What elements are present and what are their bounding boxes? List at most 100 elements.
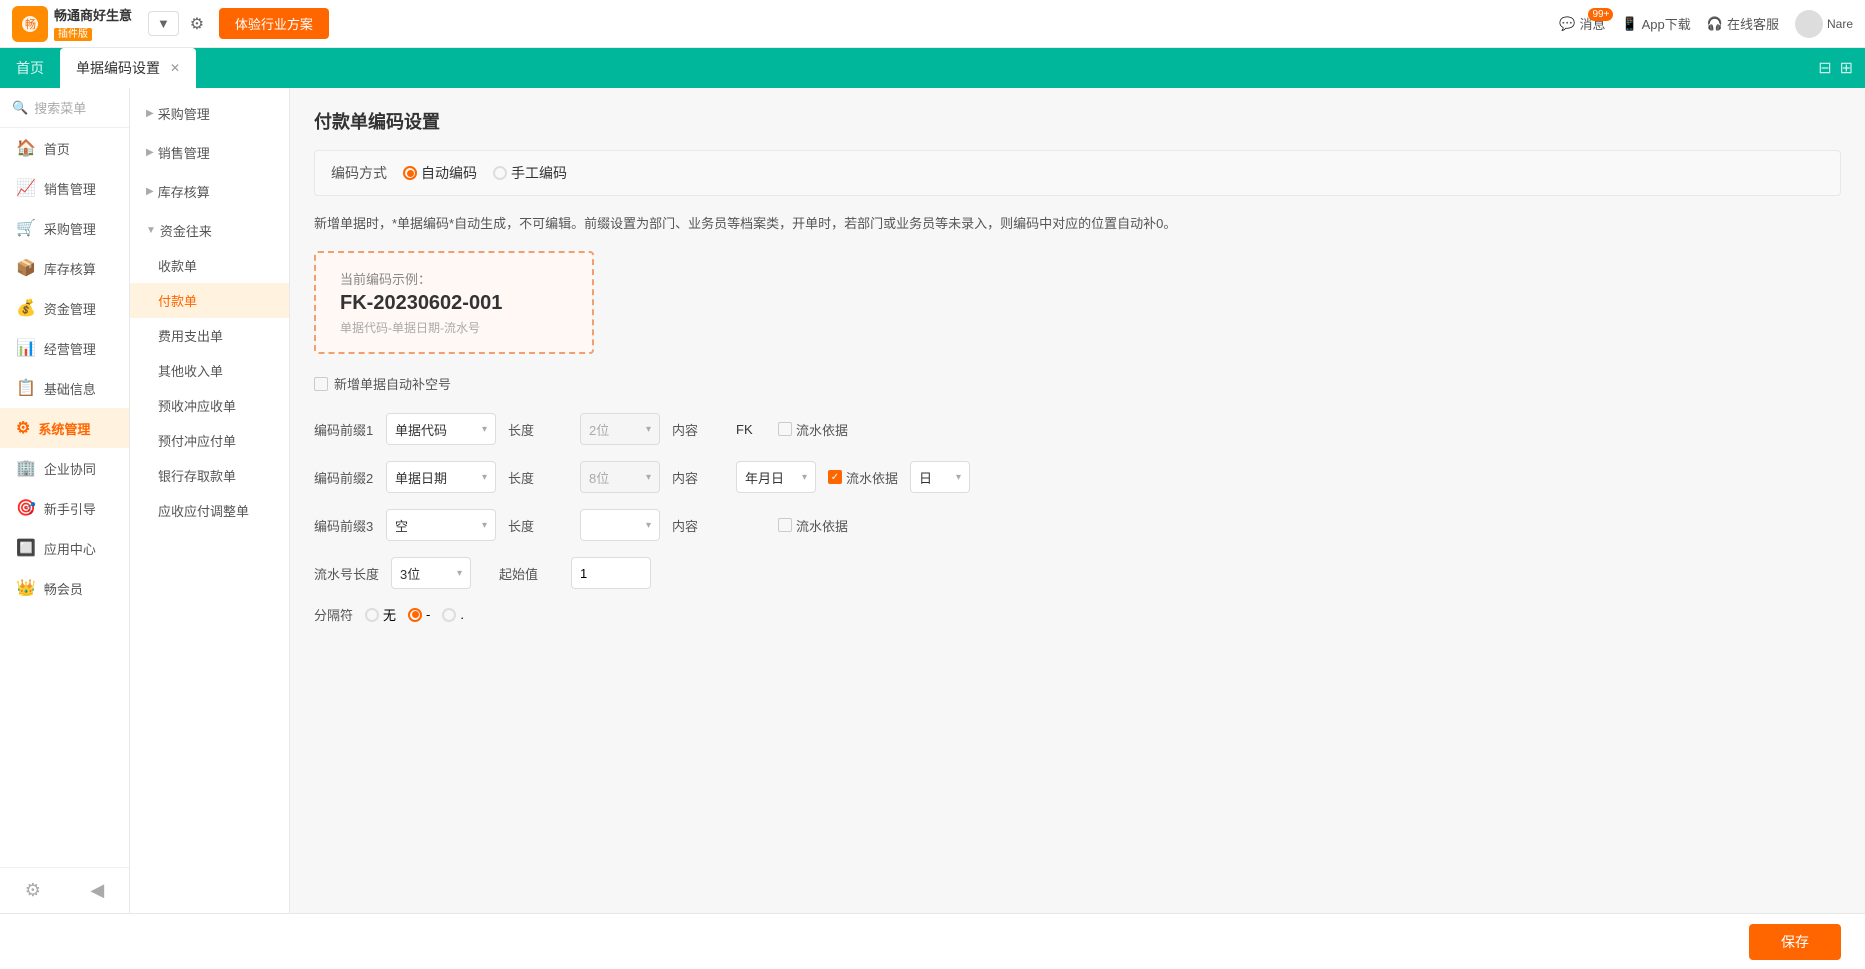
sidebar-item-operations[interactable]: 📊 经营管理 (0, 328, 129, 368)
subnav-group-inventory-title[interactable]: ▶ 库存核算 (130, 174, 289, 209)
serial2-label: 流水依据 (846, 468, 898, 487)
sep-dash-radio[interactable] (408, 608, 422, 622)
subnav-group-inventory: ▶ 库存核算 (130, 174, 289, 209)
prefix1-label: 编码前缀1 (314, 420, 374, 439)
trial-btn[interactable]: 体验行业方案 (219, 8, 329, 39)
sidebar-item-sales[interactable]: 📈 销售管理 (0, 168, 129, 208)
subnav-group-funds-title[interactable]: ▼ 资金往来 (130, 213, 289, 248)
message-badge: 99+ (1588, 8, 1613, 21)
auto-encode-option[interactable]: 自动编码 (403, 163, 477, 183)
length2-select[interactable]: 8位 ▾ (580, 461, 660, 493)
logo-icon: 畅 (12, 6, 48, 42)
code-preview-desc: 单据代码-单据日期-流水号 (340, 319, 568, 336)
tab-home[interactable]: 首页 (0, 48, 60, 88)
sidebar-item-fund[interactable]: 💰 资金管理 (0, 288, 129, 328)
serial1-label: 流水依据 (796, 420, 848, 439)
tab-encoding[interactable]: 单据编码设置 ✕ (60, 48, 196, 88)
subnav-item-receivable-adj[interactable]: 应收应付调整单 (130, 493, 289, 528)
manual-encode-radio[interactable] (493, 166, 507, 180)
auto-fill-checkbox[interactable] (314, 377, 328, 391)
subnav-item-advance-receivable[interactable]: 预收冲应收单 (130, 388, 289, 423)
tab-close-icon[interactable]: ✕ (170, 61, 180, 75)
prefix3-label: 编码前缀3 (314, 516, 374, 535)
maximize-icon[interactable]: ⊞ (1840, 58, 1853, 78)
save-button[interactable]: 保存 (1749, 924, 1841, 960)
sidebar-item-home[interactable]: 🏠 首页 (0, 128, 129, 168)
content-area: 付款单编码设置 编码方式 自动编码 手工编码 新增单据时，*单据编码*自动生成，… (290, 88, 1865, 913)
sidebar-item-apps[interactable]: 🔲 应用中心 (0, 528, 129, 568)
subnav-item-advance-payable[interactable]: 预付冲应付单 (130, 423, 289, 458)
start-value-input[interactable] (571, 557, 651, 589)
sep-dot-option[interactable]: . (442, 607, 464, 622)
sidebar-item-guide[interactable]: 🎯 新手引导 (0, 488, 129, 528)
minimize-icon[interactable]: ⊟ (1818, 58, 1831, 78)
length1-select[interactable]: 2位 ▾ (580, 413, 660, 445)
settings-bottom-icon[interactable]: ⚙ (17, 876, 49, 905)
sep-dot-radio[interactable] (442, 608, 456, 622)
length2-dropdown-icon: ▾ (646, 472, 651, 483)
prefix2-select[interactable]: 单据日期 ▾ (386, 461, 496, 493)
content1-label: 内容 (672, 420, 732, 439)
message-action[interactable]: 💬 消息 99+ (1559, 14, 1605, 33)
system-icon: ⚙ (16, 418, 30, 438)
topbar: 畅 畅通商好生意 插件版 ▼ ⚙ 体验行业方案 💬 消息 99+ 📱 App下载… (0, 0, 1865, 48)
message-icon: 💬 (1559, 16, 1575, 32)
prefix3-row: 编码前缀3 空 ▾ 长度 ▾ 内容 流水依据 (314, 509, 1841, 541)
prefix1-select[interactable]: 单据代码 ▾ (386, 413, 496, 445)
subnav-item-other-income[interactable]: 其他收入单 (130, 353, 289, 388)
serial3-group: 流水依据 (778, 516, 848, 535)
sep-dash-value: - (426, 607, 430, 622)
length2-label: 长度 (508, 468, 568, 487)
logo-text: 畅通商好生意 插件版 (54, 5, 132, 42)
subnav-item-expense[interactable]: 费用支出单 (130, 318, 289, 353)
subnav-item-bank-deposit[interactable]: 银行存取款单 (130, 458, 289, 493)
serial2-unit-select[interactable]: 日 ▾ (910, 461, 970, 493)
app-download-action[interactable]: 📱 App下载 (1621, 14, 1690, 33)
serial2-checkbox[interactable] (828, 470, 842, 484)
serial1-checkbox[interactable] (778, 422, 792, 436)
content3-group: 内容 (672, 516, 766, 535)
sep-none-option[interactable]: 无 (365, 605, 396, 624)
prefix2-row: 编码前缀2 单据日期 ▾ 长度 8位 ▾ 内容 年月日 ▾ 流水依据 (314, 461, 1841, 493)
app-logo: 畅 畅通商好生意 插件版 (12, 5, 132, 42)
length3-select[interactable]: ▾ (580, 509, 660, 541)
serial3-checkbox[interactable] (778, 518, 792, 532)
sidebar-item-basic[interactable]: 📋 基础信息 (0, 368, 129, 408)
content2-select[interactable]: 年月日 ▾ (736, 461, 816, 493)
subnav-group-purchase: ▶ 采购管理 (130, 96, 289, 131)
nav-dropdown[interactable]: ▼ (148, 11, 179, 36)
prefix3-select[interactable]: 空 ▾ (386, 509, 496, 541)
serial-num-select[interactable]: 3位 ▾ (391, 557, 471, 589)
auto-encode-radio[interactable] (403, 166, 417, 180)
online-service-action[interactable]: 🎧 在线客服 (1707, 14, 1779, 33)
subnav: ▶ 采购管理 ▶ 销售管理 ▶ 库存核算 ▼ 资金往来 收款单 付款单 费用支出… (130, 88, 290, 913)
sep-dash-option[interactable]: - (408, 607, 430, 622)
subnav-group-sales-title[interactable]: ▶ 销售管理 (130, 135, 289, 170)
sidebar-item-member[interactable]: 👑 畅会员 (0, 568, 129, 608)
download-icon: 📱 (1621, 16, 1637, 32)
collapse-icon[interactable]: ◀ (82, 876, 112, 905)
serial2-group: 流水依据 (828, 468, 898, 487)
prefix3-dropdown-icon: ▾ (482, 520, 487, 531)
sidebar-item-purchase[interactable]: 🛒 采购管理 (0, 208, 129, 248)
length1-dropdown-icon: ▾ (646, 424, 651, 435)
content2-dropdown-icon: ▾ (802, 472, 807, 483)
code-preview-value: FK-20230602-001 (340, 292, 568, 315)
length3-dropdown-icon: ▾ (646, 520, 651, 531)
sidebar-search[interactable]: 🔍 搜索菜单 (0, 88, 129, 128)
manual-encode-option[interactable]: 手工编码 (493, 163, 567, 183)
sidebar-bottom: ⚙ ◀ (0, 867, 129, 913)
encode-mode-radio-group: 自动编码 手工编码 (403, 163, 567, 183)
length1-label: 长度 (508, 420, 568, 439)
subnav-item-payment[interactable]: 付款单 (130, 283, 289, 318)
settings-icon[interactable]: ⚙ (183, 10, 211, 38)
subnav-item-receipt[interactable]: 收款单 (130, 248, 289, 283)
user-info[interactable]: Nare (1795, 10, 1853, 38)
subnav-group-purchase-title[interactable]: ▶ 采购管理 (130, 96, 289, 131)
sidebar-item-inventory[interactable]: 📦 库存核算 (0, 248, 129, 288)
sidebar-item-system[interactable]: ⚙ 系统管理 (0, 408, 129, 448)
sep-none-radio[interactable] (365, 608, 379, 622)
sidebar-item-enterprise[interactable]: 🏢 企业协同 (0, 448, 129, 488)
search-icon: 🔍 (12, 100, 28, 116)
prefix1-dropdown-icon: ▾ (482, 424, 487, 435)
